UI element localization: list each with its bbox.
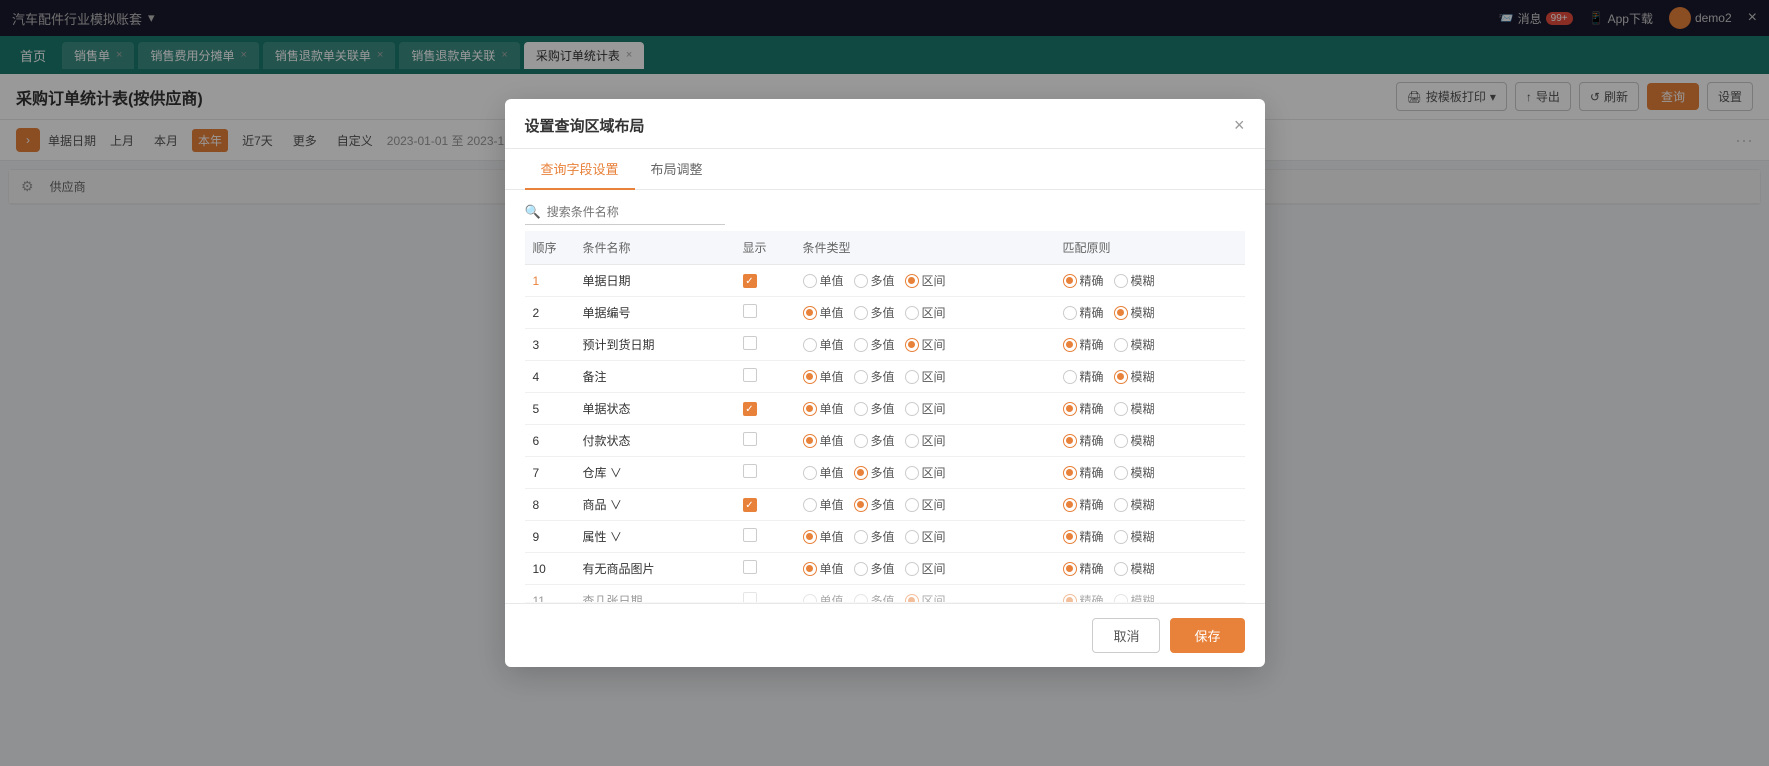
table-row: 10 有无商品图片 单值 多值 区间 精确 模糊 bbox=[525, 553, 1245, 585]
table-row: 2 单据编号 单值 多值 区间 精确 模糊 bbox=[525, 297, 1245, 329]
row-order-9: 9 bbox=[533, 530, 540, 544]
table-row: 7 仓库 ∨ 单值 多值 区间 精确 模糊 bbox=[525, 457, 1245, 489]
row-match-1: 精确 模糊 bbox=[1063, 272, 1247, 289]
row-order-4: 4 bbox=[533, 370, 540, 384]
cancel-btn[interactable]: 取消 bbox=[1092, 618, 1160, 653]
dialog-close-btn[interactable]: × bbox=[1234, 115, 1245, 136]
table-row: 5 单据状态 ✓ 单值 多值 区间 精确 模糊 bbox=[525, 393, 1245, 425]
table-row: 9 属性 ∨ 单值 多值 区间 精确 模糊 bbox=[525, 521, 1245, 553]
row-name-1: 单据日期 bbox=[575, 272, 735, 289]
col-match: 匹配原则 bbox=[1055, 239, 1255, 256]
row-order-3: 3 bbox=[533, 338, 540, 352]
dialog-header: 设置查询区域布局 × bbox=[505, 99, 1265, 149]
row-order-2: 2 bbox=[533, 306, 540, 320]
row-check-11[interactable] bbox=[743, 592, 757, 603]
col-order: 顺序 bbox=[525, 239, 575, 256]
row-order-6: 6 bbox=[533, 434, 540, 448]
row-check-6[interactable] bbox=[743, 432, 757, 446]
row-order-11: 11 bbox=[533, 594, 545, 604]
table-row: 8 商品 ∨ ✓ 单值 多值 区间 精确 模糊 bbox=[525, 489, 1245, 521]
row-check-2[interactable] bbox=[743, 304, 757, 318]
table-row: 4 备注 单值 多值 区间 精确 模糊 bbox=[525, 361, 1245, 393]
search-icon: 🔍 bbox=[525, 204, 541, 220]
dialog-tabs: 查询字段设置 布局调整 bbox=[505, 149, 1265, 190]
row-check-1[interactable]: ✓ bbox=[743, 274, 757, 288]
dialog-tab-layout[interactable]: 布局调整 bbox=[635, 149, 719, 190]
row-check-10[interactable] bbox=[743, 560, 757, 574]
row-name-3: 预计到货日期 bbox=[575, 336, 735, 353]
row-name-9: 属性 ∨ bbox=[575, 528, 735, 545]
row-check-3[interactable] bbox=[743, 336, 757, 350]
row-type-1: 单值 多值 区间 bbox=[803, 272, 1047, 289]
col-name: 条件名称 bbox=[575, 239, 735, 256]
table-row: 1 单据日期 ✓ 单值 多值 区间 精确 模糊 bbox=[525, 265, 1245, 297]
row-check-4[interactable] bbox=[743, 368, 757, 382]
row-order-5: 5 bbox=[533, 402, 540, 416]
row-name-4: 备注 bbox=[575, 368, 735, 385]
settings-dialog: 设置查询区域布局 × 查询字段设置 布局调整 🔍 顺序 条件名称 显示 条件类型… bbox=[505, 99, 1265, 667]
row-order-10: 10 bbox=[533, 562, 546, 576]
col-type: 条件类型 bbox=[795, 239, 1055, 256]
row-name-5: 单据状态 bbox=[575, 400, 735, 417]
table-row: 3 预计到货日期 单值 多值 区间 精确 模糊 bbox=[525, 329, 1245, 361]
row-name-10: 有无商品图片 bbox=[575, 560, 735, 577]
row-order-8: 8 bbox=[533, 498, 540, 512]
dialog-table: 顺序 条件名称 显示 条件类型 匹配原则 1 单据日期 ✓ 单值 多值 区间 bbox=[505, 231, 1265, 603]
row-check-5[interactable]: ✓ bbox=[743, 402, 757, 416]
col-display: 显示 bbox=[735, 239, 795, 256]
dialog-tab-query-fields[interactable]: 查询字段设置 bbox=[525, 149, 635, 190]
row-name-11: 查几张日期 bbox=[575, 592, 735, 603]
row-order-1: 1 bbox=[533, 274, 540, 288]
row-name-7: 仓库 ∨ bbox=[575, 464, 735, 481]
search-input[interactable] bbox=[547, 205, 707, 219]
modal-overlay: 设置查询区域布局 × 查询字段设置 布局调整 🔍 顺序 条件名称 显示 条件类型… bbox=[0, 0, 1769, 766]
table-row: 11 查几张日期 单值 多值 区间 精确 模糊 bbox=[525, 585, 1245, 603]
row-name-6: 付款状态 bbox=[575, 432, 735, 449]
row-name-2: 单据编号 bbox=[575, 304, 735, 321]
save-btn[interactable]: 保存 bbox=[1170, 618, 1244, 653]
table-row: 6 付款状态 单值 多值 区间 精确 模糊 bbox=[525, 425, 1245, 457]
row-check-7[interactable] bbox=[743, 464, 757, 478]
search-row: 🔍 bbox=[505, 190, 1265, 231]
search-input-wrap: 🔍 bbox=[525, 200, 725, 225]
row-name-8: 商品 ∨ bbox=[575, 496, 735, 513]
dialog-footer: 取消 保存 bbox=[505, 603, 1265, 667]
row-check-8[interactable]: ✓ bbox=[743, 498, 757, 512]
row-order-7: 7 bbox=[533, 466, 540, 480]
dialog-title: 设置查询区域布局 bbox=[525, 115, 645, 136]
table-header-row: 顺序 条件名称 显示 条件类型 匹配原则 bbox=[525, 231, 1245, 265]
row-check-9[interactable] bbox=[743, 528, 757, 542]
